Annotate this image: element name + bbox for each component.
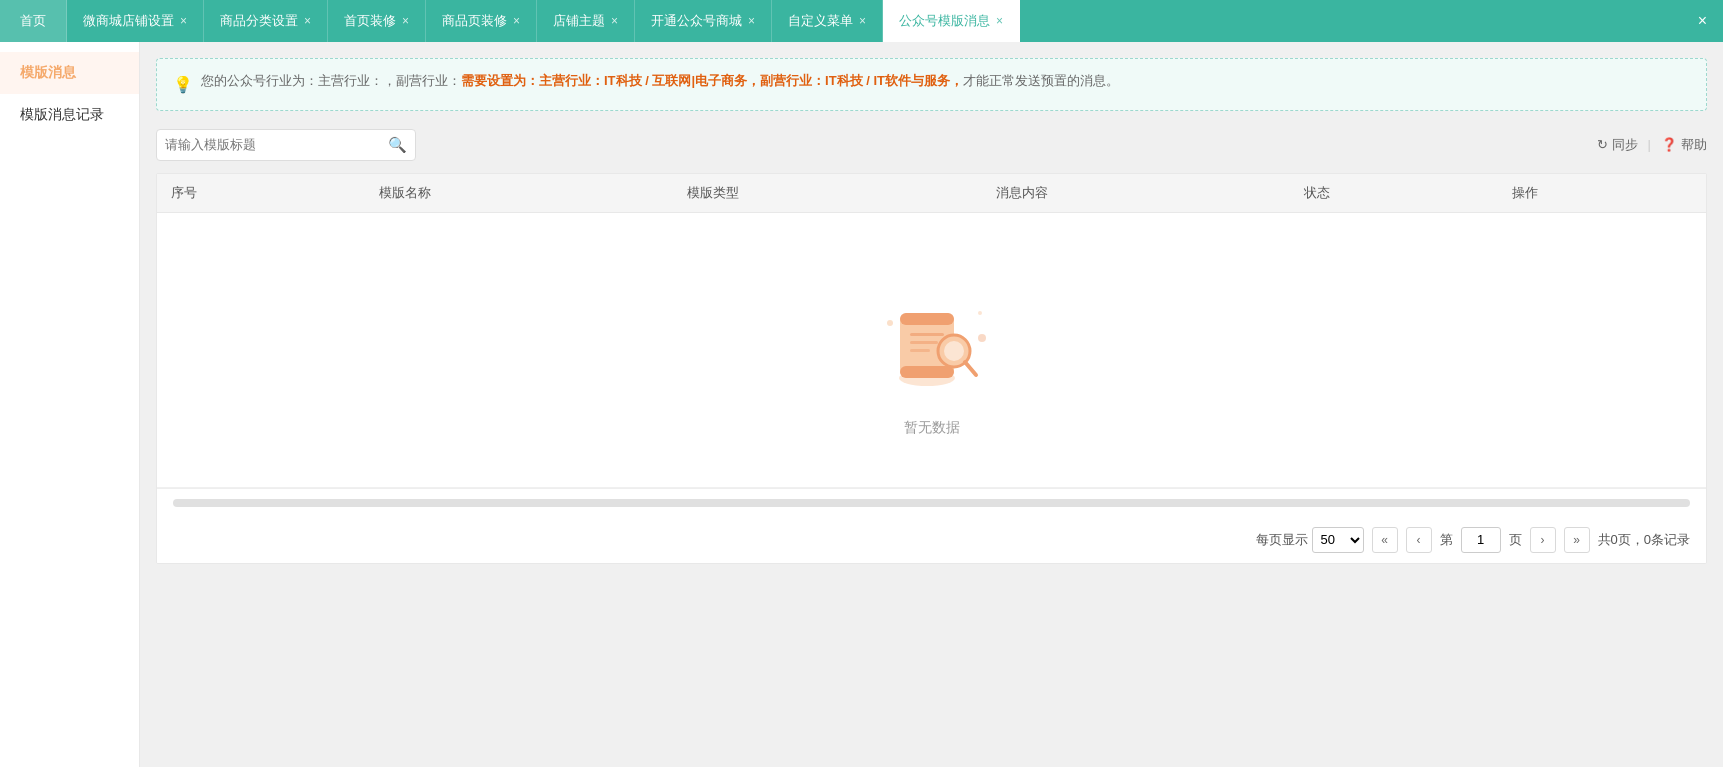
nav-tab-weshop[interactable]: 微商城店铺设置 ×	[67, 0, 204, 42]
nav-tab-label-template: 公众号模版消息	[899, 12, 990, 30]
nav-tab-close-theme[interactable]: ×	[611, 14, 618, 28]
nav-tab-close-template[interactable]: ×	[996, 14, 1003, 28]
page-size-label: 每页显示	[1256, 531, 1308, 549]
search-input-wrap[interactable]: 🔍	[156, 129, 416, 161]
page-label: 第	[1440, 531, 1453, 549]
nav-tab-label-theme: 店铺主题	[553, 12, 605, 30]
nav-tab-menu[interactable]: 自定义菜单 ×	[772, 0, 883, 42]
nav-tab-homepage[interactable]: 首页装修 ×	[328, 0, 426, 42]
svg-rect-2	[900, 313, 954, 325]
nav-tab-label-menu: 自定义菜单	[788, 12, 853, 30]
notice-prefix: 您的公众号行业为：主营行业：，副营行业：	[201, 73, 461, 88]
nav-tab-theme[interactable]: 店铺主题 ×	[537, 0, 635, 42]
sync-icon: ↻	[1597, 137, 1608, 152]
sidebar-item-template-log[interactable]: 模版消息记录	[0, 94, 139, 136]
sync-button[interactable]: ↻ 同步	[1597, 136, 1638, 154]
main-layout: 模版消息模版消息记录 💡 您的公众号行业为：主营行业：，副营行业：需要设置为：主…	[0, 42, 1723, 767]
svg-rect-4	[910, 333, 944, 336]
nav-tab-label-product: 商品页装修	[442, 12, 507, 30]
svg-point-10	[887, 320, 893, 326]
right-actions: ↻ 同步 | ❓ 帮助	[1597, 136, 1707, 154]
sidebar: 模版消息模版消息记录	[0, 42, 140, 767]
notice-text: 您的公众号行业为：主营行业：，副营行业：需要设置为：主营行业：IT科技 / 互联…	[201, 71, 1119, 92]
template-table: 序号模版名称模版类型消息内容状态操作	[157, 174, 1706, 488]
svg-line-9	[965, 362, 976, 375]
page-size-select: 每页显示 102050100	[1256, 527, 1364, 553]
empty-text: 暂无数据	[904, 419, 960, 437]
svg-rect-6	[910, 349, 930, 352]
nav-tab-label-category: 商品分类设置	[220, 12, 298, 30]
col-name: 模版名称	[365, 174, 673, 213]
table-header: 序号模版名称模版类型消息内容状态操作	[157, 174, 1706, 213]
nav-tab-label-home: 首页	[20, 12, 46, 30]
help-icon: ❓	[1661, 137, 1677, 152]
main-content: 💡 您的公众号行业为：主营行业：，副营行业：需要设置为：主营行业：IT科技 / …	[140, 42, 1723, 767]
search-button[interactable]: 🔍	[388, 136, 407, 154]
current-page-input[interactable]	[1461, 527, 1501, 553]
next-page-button[interactable]: ›	[1530, 527, 1556, 553]
col-content: 消息内容	[982, 174, 1290, 213]
svg-rect-5	[910, 341, 938, 344]
top-nav: 首页微商城店铺设置×商品分类设置×首页装修×商品页装修×店铺主题×开通公众号商城…	[0, 0, 1723, 42]
nav-tab-label-mall: 开通公众号商城	[651, 12, 742, 30]
nav-tab-mall[interactable]: 开通公众号商城 ×	[635, 0, 772, 42]
empty-icon	[872, 283, 992, 403]
svg-point-8	[944, 341, 964, 361]
nav-tab-product[interactable]: 商品页装修 ×	[426, 0, 537, 42]
empty-state: 暂无数据	[171, 223, 1692, 477]
notice-suffix: 才能正常发送预置的消息。	[963, 73, 1119, 88]
notice-highlight: 需要设置为：主营行业：IT科技 / 互联网|电子商务，副营行业：IT科技 / I…	[461, 73, 963, 88]
page-unit: 页	[1509, 531, 1522, 549]
sync-label: 同步	[1612, 136, 1638, 154]
prev-page-button[interactable]: ‹	[1406, 527, 1432, 553]
nav-tab-template[interactable]: 公众号模版消息 ×	[883, 0, 1020, 42]
col-status: 状态	[1290, 174, 1498, 213]
nav-tab-close-menu[interactable]: ×	[859, 14, 866, 28]
page-total: 共0页，0条记录	[1598, 531, 1690, 549]
search-input[interactable]	[165, 137, 388, 152]
nav-tab-close-category[interactable]: ×	[304, 14, 311, 28]
svg-point-12	[978, 334, 986, 342]
table-wrap: 序号模版名称模版类型消息内容状态操作	[156, 173, 1707, 564]
nav-tab-close-product[interactable]: ×	[513, 14, 520, 28]
svg-rect-3	[900, 366, 954, 378]
nav-tab-label-weshop: 微商城店铺设置	[83, 12, 174, 30]
sidebar-item-template-msg[interactable]: 模版消息	[0, 52, 139, 94]
notice-icon: 💡	[173, 72, 193, 98]
notice-box: 💡 您的公众号行业为：主营行业：，副营行业：需要设置为：主营行业：IT科技 / …	[156, 58, 1707, 111]
col-index: 序号	[157, 174, 365, 213]
pagination-row: 每页显示 102050100 « ‹ 第 页 › » 共0页，0条记录	[157, 517, 1706, 563]
nav-tab-close-homepage[interactable]: ×	[402, 14, 409, 28]
global-close-button[interactable]: ×	[1682, 12, 1723, 30]
page-size-dropdown[interactable]: 102050100	[1312, 527, 1364, 553]
search-row: 🔍 ↻ 同步 | ❓ 帮助	[156, 129, 1707, 161]
last-page-button[interactable]: »	[1564, 527, 1590, 553]
first-page-button[interactable]: «	[1372, 527, 1398, 553]
nav-tab-close-mall[interactable]: ×	[748, 14, 755, 28]
table-body: 暂无数据	[157, 212, 1706, 487]
nav-tab-home[interactable]: 首页	[0, 0, 67, 42]
help-button[interactable]: ❓ 帮助	[1661, 136, 1707, 154]
col-type: 模版类型	[673, 174, 981, 213]
help-label: 帮助	[1681, 136, 1707, 154]
nav-tab-label-homepage: 首页装修	[344, 12, 396, 30]
actions-divider: |	[1648, 137, 1651, 152]
col-action: 操作	[1498, 174, 1706, 213]
fake-scrollbar[interactable]	[173, 499, 1690, 507]
scrollbar-row	[157, 488, 1706, 517]
nav-tab-category[interactable]: 商品分类设置 ×	[204, 0, 328, 42]
nav-tab-close-weshop[interactable]: ×	[180, 14, 187, 28]
svg-point-11	[978, 311, 982, 315]
